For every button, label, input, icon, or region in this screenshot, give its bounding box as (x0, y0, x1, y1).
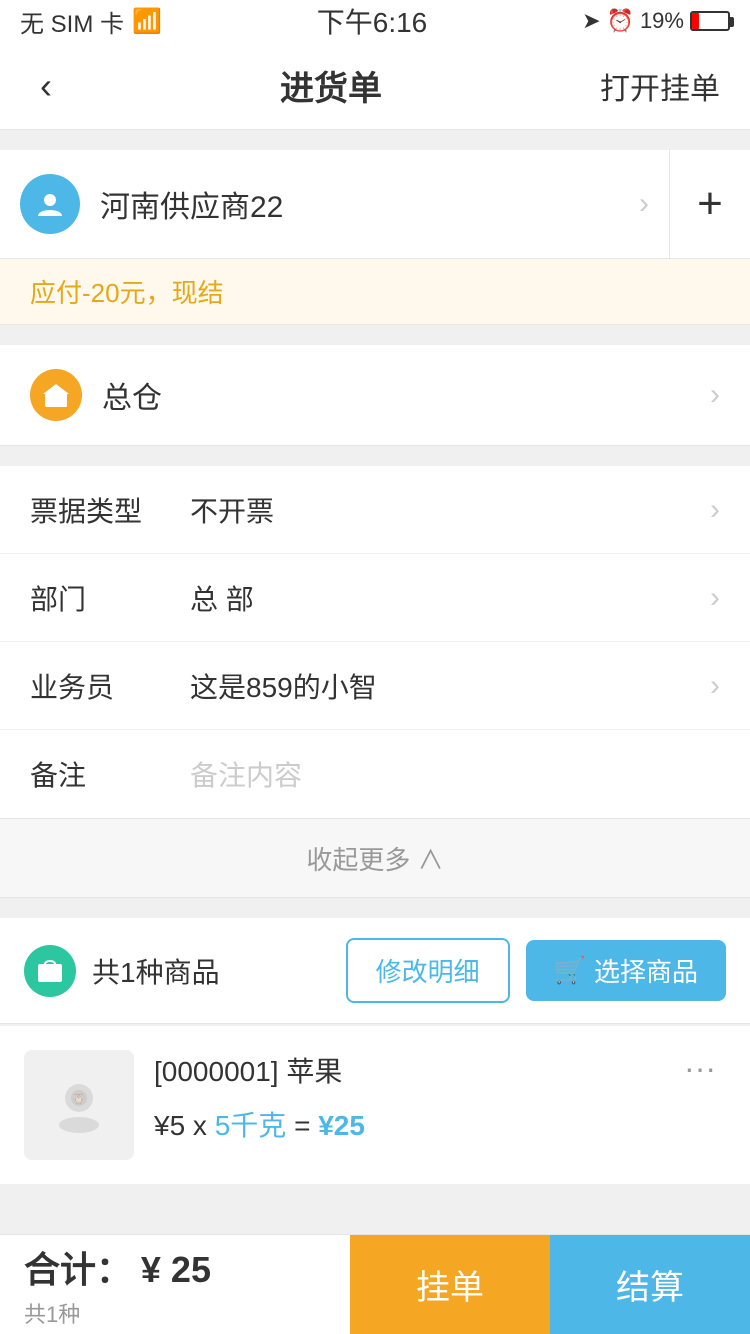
warehouse-icon (30, 369, 82, 421)
svg-text:🦉: 🦉 (73, 1093, 85, 1105)
add-supplier-button[interactable]: + (670, 150, 750, 258)
form-section: 票据类型 不开票 › 部门 总 部 › 业务员 这是859的小智 › 备注 备注… (0, 466, 750, 818)
section-gap-3 (0, 446, 750, 466)
nav-bar: ‹ 进货单 打开挂单 (0, 42, 750, 130)
supplier-avatar (20, 174, 80, 234)
total-value: ¥ 25 (141, 1249, 211, 1290)
edit-detail-button[interactable]: 修改明细 (346, 938, 510, 1003)
product-header: 共1种商品 修改明细 🛒 选择商品 (0, 918, 750, 1024)
section-gap-2 (0, 325, 750, 345)
product-icon (24, 945, 76, 997)
status-bar: 无 SIM 卡 📶 下午6:16 ➤ ⏰ 19% (0, 0, 750, 42)
warehouse-section: 总仓 › (0, 345, 750, 446)
carrier-text: 无 SIM 卡 (20, 4, 124, 39)
warehouse-row[interactable]: 总仓 › (0, 345, 750, 446)
remark-row[interactable]: 备注 备注内容 (0, 730, 750, 818)
unit-price: ¥5 x (154, 1110, 215, 1141)
open-pending-button[interactable]: 打开挂单 (600, 64, 720, 108)
invoice-type-row[interactable]: 票据类型 不开票 › (0, 466, 750, 554)
collapse-label: 收起更多 ∧ (306, 840, 443, 877)
invoice-chevron-icon: › (710, 493, 720, 527)
notice-text: 应付-20元，现结 (30, 278, 224, 308)
department-row[interactable]: 部门 总 部 › (0, 554, 750, 642)
invoice-type-label: 票据类型 (30, 490, 190, 530)
collapse-button[interactable]: 收起更多 ∧ (0, 818, 750, 898)
supplier-name: 河南供应商22 (100, 182, 629, 226)
back-button[interactable]: ‹ (30, 55, 62, 117)
remark-input[interactable]: 备注内容 (190, 754, 720, 794)
checkout-button[interactable]: 结算 (550, 1235, 750, 1334)
location-icon: ➤ (582, 8, 600, 34)
remark-label: 备注 (30, 754, 190, 794)
supplier-row[interactable]: 河南供应商22 › (0, 150, 670, 258)
product-card: 🦉 [0000001] 苹果 ¥5 x 5千克 = ¥25 ··· (0, 1026, 750, 1185)
battery-icon (690, 11, 730, 31)
chevron-right-icon: › (639, 187, 649, 221)
department-chevron-icon: › (710, 581, 720, 615)
status-right: ➤ ⏰ 19% (582, 8, 730, 34)
select-product-button[interactable]: 🛒 选择商品 (526, 940, 726, 1001)
supplier-section: 河南供应商22 › + (0, 150, 750, 259)
salesperson-chevron-icon: › (710, 669, 720, 703)
total-count: 共1种 (24, 1297, 326, 1329)
page-title: 进货单 (280, 61, 382, 110)
total-price: ¥25 (318, 1110, 365, 1141)
product-thumbnail: 🦉 (24, 1050, 134, 1160)
product-count: 共1种商品 (92, 951, 346, 991)
notice-bar: 应付-20元，现结 (0, 259, 750, 325)
product-price: ¥5 x 5千克 = ¥25 (154, 1104, 674, 1144)
section-gap-1 (0, 130, 750, 150)
product-info: [0000001] 苹果 ¥5 x 5千克 = ¥25 (154, 1050, 674, 1144)
total-section: 合计： ¥ 25 共1种 (0, 1235, 350, 1334)
department-label: 部门 (30, 578, 190, 618)
bottom-bar: 合计： ¥ 25 共1种 挂单 结算 (0, 1234, 750, 1334)
select-product-label: 选择商品 (594, 952, 698, 989)
total-label: 合计： (24, 1249, 132, 1290)
status-carrier: 无 SIM 卡 📶 (20, 4, 162, 39)
product-code: [0000001] (154, 1056, 286, 1087)
total-amount: 合计： ¥ 25 (24, 1241, 326, 1293)
salesperson-row[interactable]: 业务员 这是859的小智 › (0, 642, 750, 730)
product-name: [0000001] 苹果 (154, 1050, 674, 1090)
wifi-icon: 📶 (132, 7, 162, 36)
more-options-button[interactable]: ··· (674, 1050, 726, 1087)
salesperson-value: 这是859的小智 (190, 666, 700, 706)
product-title: 苹果 (286, 1056, 342, 1087)
warehouse-chevron-icon: › (710, 378, 720, 412)
quantity: 5千克 (215, 1110, 287, 1141)
battery-percent: 19% (640, 8, 684, 34)
status-time: 下午6:16 (317, 1, 428, 41)
warehouse-name: 总仓 (102, 373, 700, 417)
salesperson-label: 业务员 (30, 666, 190, 706)
hang-order-button[interactable]: 挂单 (350, 1235, 550, 1334)
cart-icon: 🛒 (554, 955, 586, 986)
alarm-icon: ⏰ (607, 8, 634, 34)
invoice-type-value: 不开票 (190, 490, 700, 530)
department-value: 总 部 (190, 578, 700, 618)
equals-sign: = (294, 1110, 318, 1141)
